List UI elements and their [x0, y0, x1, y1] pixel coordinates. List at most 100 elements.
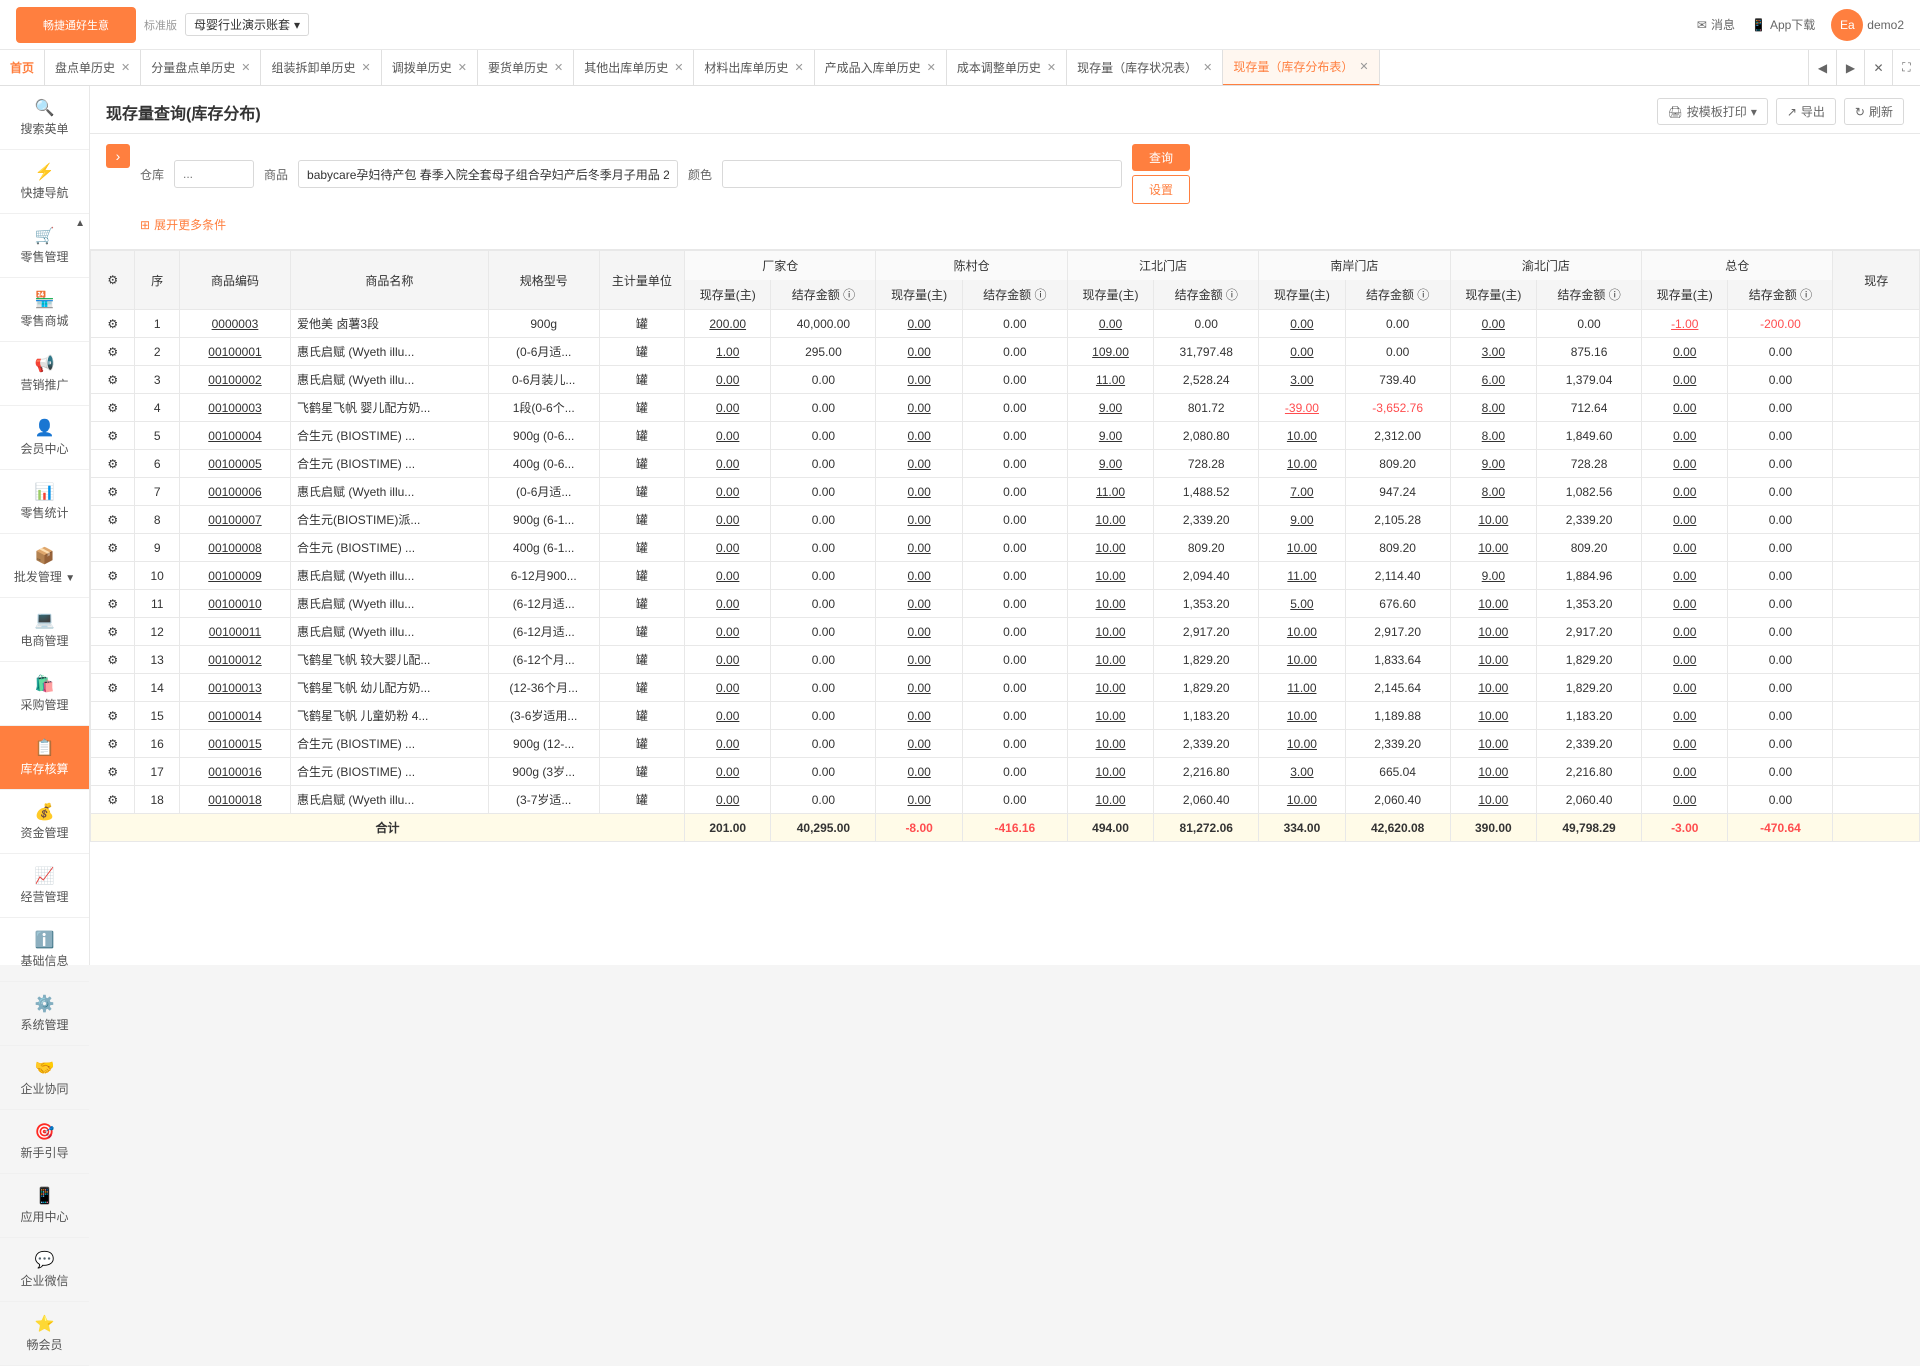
- sidebar-item-retail-stats[interactable]: 📊 零售统计: [0, 470, 89, 534]
- sidebar-item-ecommerce[interactable]: 💻 电商管理: [0, 598, 89, 662]
- cell-settings[interactable]: ⚙: [91, 646, 135, 674]
- cell-settings[interactable]: ⚙: [91, 422, 135, 450]
- tab-stock-status[interactable]: 现存量（库存状况表） ✕: [1067, 50, 1223, 86]
- sidebar-item-search[interactable]: 🔍 搜索英单: [0, 86, 89, 150]
- sidebar-item-system[interactable]: ⚙️ 系统管理: [0, 982, 89, 1046]
- message-btn[interactable]: ✉ 消息: [1697, 16, 1735, 33]
- cell-settings[interactable]: ⚙: [91, 534, 135, 562]
- tab-close-icon[interactable]: ✕: [1359, 60, 1368, 73]
- cell-unit: 罐: [599, 422, 684, 450]
- cell-settings[interactable]: ⚙: [91, 562, 135, 590]
- cell-name: 惠氏启赋 (Wyeth illu...: [291, 590, 489, 618]
- tab-product-in[interactable]: 产成品入库单历史 ✕: [815, 50, 947, 86]
- cell-extra: [1833, 786, 1920, 814]
- sidebar-item-retail-store[interactable]: 🏪 零售商城: [0, 278, 89, 342]
- query-btn[interactable]: 查询: [1132, 144, 1190, 171]
- cell-settings[interactable]: ⚙: [91, 450, 135, 478]
- footer-nanan-amt: 42,620.08: [1345, 814, 1450, 842]
- cell-settings[interactable]: ⚙: [91, 590, 135, 618]
- cell-nanan-qty: 10.00: [1259, 618, 1345, 646]
- tab-prev-btn[interactable]: ◀: [1808, 50, 1836, 86]
- footer-jiangbei-qty: 494.00: [1067, 814, 1153, 842]
- sidebar-item-operations[interactable]: 📈 经营管理: [0, 854, 89, 918]
- cell-settings[interactable]: ⚙: [91, 730, 135, 758]
- enterprise-icon: 🤝: [6, 1058, 83, 1078]
- export-btn[interactable]: ↗ 导出: [1776, 98, 1836, 125]
- sidebar-item-retail[interactable]: 🛒 零售管理 ▲: [0, 214, 89, 278]
- col-nanan-header: 南岸门店: [1259, 251, 1450, 281]
- cell-num: 12: [135, 618, 179, 646]
- sidebar-item-guide[interactable]: 🎯 新手引导: [0, 1110, 89, 1174]
- cell-settings[interactable]: ⚙: [91, 702, 135, 730]
- tab-close-icon[interactable]: ✕: [362, 61, 371, 74]
- cell-settings[interactable]: ⚙: [91, 366, 135, 394]
- cell-settings[interactable]: ⚙: [91, 394, 135, 422]
- cell-settings[interactable]: ⚙: [91, 478, 135, 506]
- refresh-btn[interactable]: ↻ 刷新: [1844, 98, 1904, 125]
- sidebar-item-member2[interactable]: ⭐ 畅会员: [0, 1302, 89, 1366]
- warehouse-input[interactable]: [174, 160, 254, 188]
- cell-settings[interactable]: ⚙: [91, 786, 135, 814]
- tab-close-icon[interactable]: ✕: [927, 61, 936, 74]
- cell-factory-qty: 0.00: [685, 506, 771, 534]
- sidebar-item-wholesale[interactable]: 📦 批发管理 ▼: [0, 534, 89, 598]
- cell-name: 飞鹤星飞帆 幼儿配方奶...: [291, 674, 489, 702]
- sidebar-item-stock[interactable]: 📋 库存核算: [0, 726, 89, 790]
- sidebar-item-marketing[interactable]: 📢 营销推广: [0, 342, 89, 406]
- tab-cost-adjust[interactable]: 成本调整单历史 ✕: [947, 50, 1067, 86]
- tab-transfer[interactable]: 调拨单历史 ✕: [382, 50, 478, 86]
- setting-btn[interactable]: 设置: [1132, 175, 1190, 204]
- tab-combo[interactable]: 组装拆卸单历史 ✕: [261, 50, 381, 86]
- cell-nanan-amt: 665.04: [1345, 758, 1450, 786]
- cell-extra: [1833, 366, 1920, 394]
- sidebar-item-enterprise-wx[interactable]: 💬 企业微信: [0, 1238, 89, 1302]
- table-row: ⚙ 12 00100011 惠氏启赋 (Wyeth illu... (6-12月…: [91, 618, 1920, 646]
- collapse-btn[interactable]: ›: [106, 144, 130, 168]
- print-btn[interactable]: 🖨 按模板打印 ▾: [1657, 98, 1768, 125]
- tab-close-icon[interactable]: ✕: [1047, 61, 1056, 74]
- cell-code: 00100014: [179, 702, 290, 730]
- sidebar: 🔍 搜索英单 ⚡ 快捷导航 🛒 零售管理 ▲ 🏪 零售商城 📢 营销推广 👤 会…: [0, 86, 90, 965]
- cell-yubei-amt: 1,829.20: [1537, 674, 1642, 702]
- user-area[interactable]: Ea demo2: [1831, 9, 1904, 41]
- tab-purchase[interactable]: 要货单历史 ✕: [478, 50, 574, 86]
- tab-close-icon[interactable]: ✕: [458, 61, 467, 74]
- tab-fullscreen-btn[interactable]: ⛶: [1892, 50, 1920, 86]
- tab-home[interactable]: 首页: [0, 50, 45, 86]
- tab-other-out[interactable]: 其他出库单历史 ✕: [574, 50, 694, 86]
- cell-num: 1: [135, 310, 179, 338]
- tab-next-btn[interactable]: ▶: [1836, 50, 1864, 86]
- cell-settings[interactable]: ⚙: [91, 310, 135, 338]
- cell-settings[interactable]: ⚙: [91, 506, 135, 534]
- sidebar-item-quick-nav[interactable]: ⚡ 快捷导航: [0, 150, 89, 214]
- tab-close-icon[interactable]: ✕: [794, 61, 803, 74]
- tab-close-icon[interactable]: ✕: [241, 61, 250, 74]
- color-input[interactable]: [722, 160, 1122, 188]
- cell-settings[interactable]: ⚙: [91, 758, 135, 786]
- cell-extra: [1833, 674, 1920, 702]
- goods-input[interactable]: [298, 160, 678, 188]
- cell-settings[interactable]: ⚙: [91, 338, 135, 366]
- tab-branch-inventory[interactable]: 分量盘点单历史 ✕: [141, 50, 261, 86]
- sidebar-item-purchase[interactable]: 🛍️ 采购管理: [0, 662, 89, 726]
- tab-close-icon[interactable]: ✕: [121, 61, 130, 74]
- tab-stock-dist[interactable]: 现存量（库存分布表） ✕: [1223, 50, 1379, 86]
- app-download-btn[interactable]: 📱 App下载: [1751, 16, 1815, 33]
- col-chenjiang-amt-header: 结存金额 ⓘ: [962, 280, 1067, 310]
- cell-settings[interactable]: ⚙: [91, 674, 135, 702]
- sidebar-item-basics[interactable]: ℹ️ 基础信息: [0, 918, 89, 982]
- expand-conditions-btn[interactable]: ⊞ 展开更多条件: [140, 216, 226, 233]
- tab-close-all-btn[interactable]: ✕: [1864, 50, 1892, 86]
- tab-inventory-history[interactable]: 盘点单历史 ✕: [45, 50, 141, 86]
- account-selector[interactable]: 母婴行业演示账套 ▾: [185, 13, 309, 36]
- sidebar-item-finance[interactable]: 💰 资金管理: [0, 790, 89, 854]
- sidebar-item-member[interactable]: 👤 会员中心: [0, 406, 89, 470]
- cell-settings[interactable]: ⚙: [91, 618, 135, 646]
- tab-material-out[interactable]: 材料出库单历史 ✕: [694, 50, 814, 86]
- tab-close-icon[interactable]: ✕: [1203, 61, 1212, 74]
- ecommerce-icon: 💻: [6, 610, 83, 630]
- tab-close-icon[interactable]: ✕: [674, 61, 683, 74]
- sidebar-item-app-center[interactable]: 📱 应用中心: [0, 1174, 89, 1238]
- tab-close-icon[interactable]: ✕: [554, 61, 563, 74]
- sidebar-item-enterprise[interactable]: 🤝 企业协同: [0, 1046, 89, 1110]
